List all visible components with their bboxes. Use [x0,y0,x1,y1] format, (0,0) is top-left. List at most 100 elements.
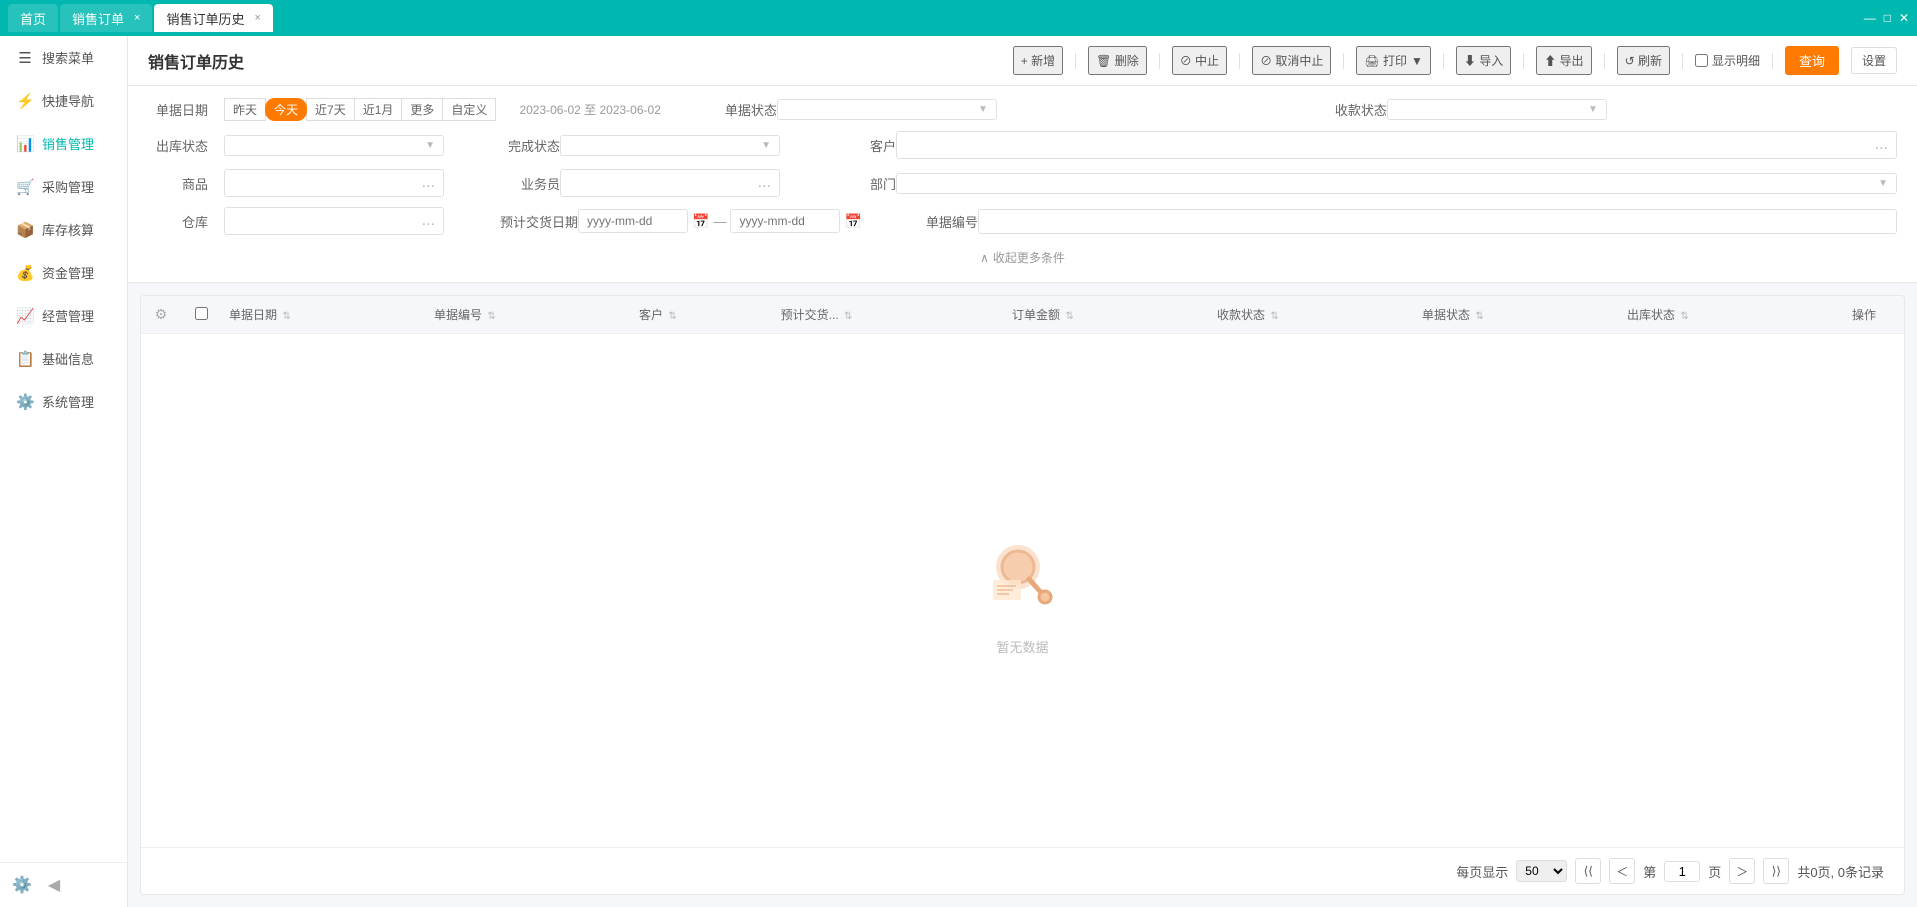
show-detail-label[interactable]: 显示明细 [1695,52,1760,69]
outbound-select[interactable]: ▼ [224,135,444,156]
date-btn-7days[interactable]: 近7天 [306,98,355,121]
print-button[interactable]: 🖨 打印 ▼ [1356,46,1430,75]
expected-date-to[interactable] [730,209,840,233]
status-select[interactable]: ▼ [777,99,997,120]
query-button[interactable]: 查询 [1785,46,1839,75]
th-operation: 操作 [1824,296,1904,334]
filter-area: 单据日期 昨天 今天 近7天 近1月 更多 自定义 2023-06-02 至 2… [128,86,1917,283]
stop-button[interactable]: ⊘ 中止 [1172,46,1227,75]
sidebar-collapse-icon[interactable]: ◀ [48,875,60,895]
tab-sales-order-close[interactable]: × [134,12,140,24]
sidebar-item-finance-label: 资金管理 [42,263,94,282]
sidebar-bottom: ⚙️ ◀ [0,862,127,907]
empty-text: 暂无数据 [996,637,1048,656]
new-button[interactable]: + 新增 [1013,46,1063,75]
sidebar-item-basic-info[interactable]: 📋 基础信息 [0,337,127,380]
delete-button[interactable]: 🗑 删除 [1088,46,1147,75]
refresh-button[interactable]: ↺ 刷新 [1617,46,1670,75]
th-order-no: 单据编号 ⇅ [426,296,631,334]
th-amount-sort-icon[interactable]: ⇅ [1065,311,1073,322]
th-receipt-status-sort-icon[interactable]: ⇅ [1270,311,1278,322]
customer-dots-icon[interactable]: ... [1875,136,1888,154]
sidebar-item-quick-nav[interactable]: ⚡ 快捷导航 [0,79,127,122]
date-btn-yesterday[interactable]: 昨天 [224,98,266,121]
tab-bar: 首页 销售订单 × 销售订单历史 × [8,4,1864,32]
date-btn-more[interactable]: 更多 [401,98,443,121]
th-operation-label: 操作 [1852,308,1876,322]
tab-sales-order[interactable]: 销售订单 × [60,4,152,32]
window-minimize[interactable]: — [1864,11,1876,25]
th-outbound-status-sort-icon[interactable]: ⇅ [1680,311,1688,322]
search-menu-icon: ☰ [16,49,34,67]
sidebar-item-operations[interactable]: 📈 经营管理 [0,294,127,337]
import-button[interactable]: ⬇ 导入 [1456,46,1511,75]
filter-row-3: 商品 ... 业务员 ... 部门 ▼ [148,169,1897,197]
warehouse-dots-icon[interactable]: ... [422,212,435,230]
th-customer-sort-icon[interactable]: ⇅ [668,311,676,322]
operations-icon: 📈 [16,307,34,325]
table-scroll-area: ⚙ 单据日期 ⇅ 单据编号 ⇅ [141,296,1904,847]
settings-button-label: 设置 [1862,52,1886,69]
tab-sales-order-history-close[interactable]: × [254,12,260,24]
page-size-select[interactable]: 50 10 20 100 [1516,860,1567,882]
date-btn-1month[interactable]: 近1月 [354,98,403,121]
date-btn-today[interactable]: 今天 [265,98,307,121]
settings-button[interactable]: 设置 [1851,47,1897,74]
cancel-stop-button-label: ⊘ 取消中止 [1260,52,1323,69]
status-chevron-icon: ▼ [978,104,988,115]
th-expected-date-sort-icon[interactable]: ⇅ [844,311,852,322]
tab-sales-order-history[interactable]: 销售订单历史 × [154,4,272,32]
pagination-next[interactable]: ＞ [1729,858,1755,884]
window-maximize[interactable]: □ [1884,11,1891,25]
order-no-input[interactable] [978,209,1897,234]
export-button[interactable]: ⬆ 导出 [1536,46,1591,75]
receipt-status-chevron-icon: ▼ [1588,104,1598,115]
table-settings-icon[interactable]: ⚙ [155,306,168,322]
filter-row-1: 单据日期 昨天 今天 近7天 近1月 更多 自定义 2023-06-02 至 2… [148,98,1897,121]
th-outbound-status-label: 出库状态 [1627,308,1675,322]
pagination-prev[interactable]: ＜ [1609,858,1635,884]
th-date-sort-icon[interactable]: ⇅ [282,311,290,322]
sidebar-settings-icon[interactable]: ⚙️ [12,875,32,895]
collapse-bar[interactable]: ∧ 收起更多条件 [148,245,1897,270]
customer-group: 客户 ... [836,131,1897,159]
sidebar-item-search-menu[interactable]: ☰ 搜索菜单 [0,36,127,79]
sidebar-item-finance[interactable]: 💰 资金管理 [0,251,127,294]
outbound-chevron-icon: ▼ [425,140,435,151]
cancel-stop-button[interactable]: ⊘ 取消中止 [1252,46,1331,75]
pagination-last[interactable]: ⟩⟩ [1763,858,1789,884]
sidebar-item-system-mgmt[interactable]: ⚙️ 系统管理 [0,380,127,423]
sidebar-item-sales-mgmt[interactable]: 📊 销售管理 [0,122,127,165]
product-dots-icon[interactable]: ... [422,174,435,192]
toolbar-divider-7 [1604,53,1605,69]
sidebar-item-purchase-mgmt[interactable]: 🛒 采购管理 [0,165,127,208]
pagination-total: 共0页, 0条记录 [1797,862,1884,881]
expected-date-from[interactable] [578,209,688,233]
pagination-go-label: 第 [1643,862,1656,881]
toolbar-divider-2 [1159,53,1160,69]
pagination-first[interactable]: ⟨⟨ [1575,858,1601,884]
salesman-dots-icon[interactable]: ... [758,174,771,192]
th-order-no-label: 单据编号 [434,308,482,322]
window-close[interactable]: ✕ [1899,11,1909,25]
th-order-no-sort-icon[interactable]: ⇅ [487,311,495,322]
calendar-to-icon[interactable]: 📅 [844,213,861,230]
show-detail-checkbox[interactable] [1695,54,1708,67]
sidebar-item-inventory[interactable]: 📦 库存核算 [0,208,127,251]
expected-date-group: 预计交货日期 📅 — 📅 [500,209,862,233]
date-btn-custom[interactable]: 自定义 [442,98,496,121]
data-table: ⚙ 单据日期 ⇅ 单据编号 ⇅ [141,296,1904,334]
pagination-page-input[interactable] [1664,861,1700,882]
receipt-status-select[interactable]: ▼ [1387,99,1607,120]
sidebar-item-sales-mgmt-label: 销售管理 [42,134,94,153]
sidebar-item-operations-label: 经营管理 [42,306,94,325]
calendar-from-icon[interactable]: 📅 [692,213,709,230]
th-doc-status-sort-icon[interactable]: ⇅ [1475,311,1483,322]
dept-select[interactable]: ▼ [896,173,1897,194]
completion-select[interactable]: ▼ [560,135,780,156]
sidebar-item-system-mgmt-label: 系统管理 [42,392,94,411]
select-all-checkbox[interactable] [195,307,208,320]
tab-home[interactable]: 首页 [8,4,58,32]
salesman-input-group: ... [560,169,780,197]
pagination-page-label: 页 [1708,862,1721,881]
